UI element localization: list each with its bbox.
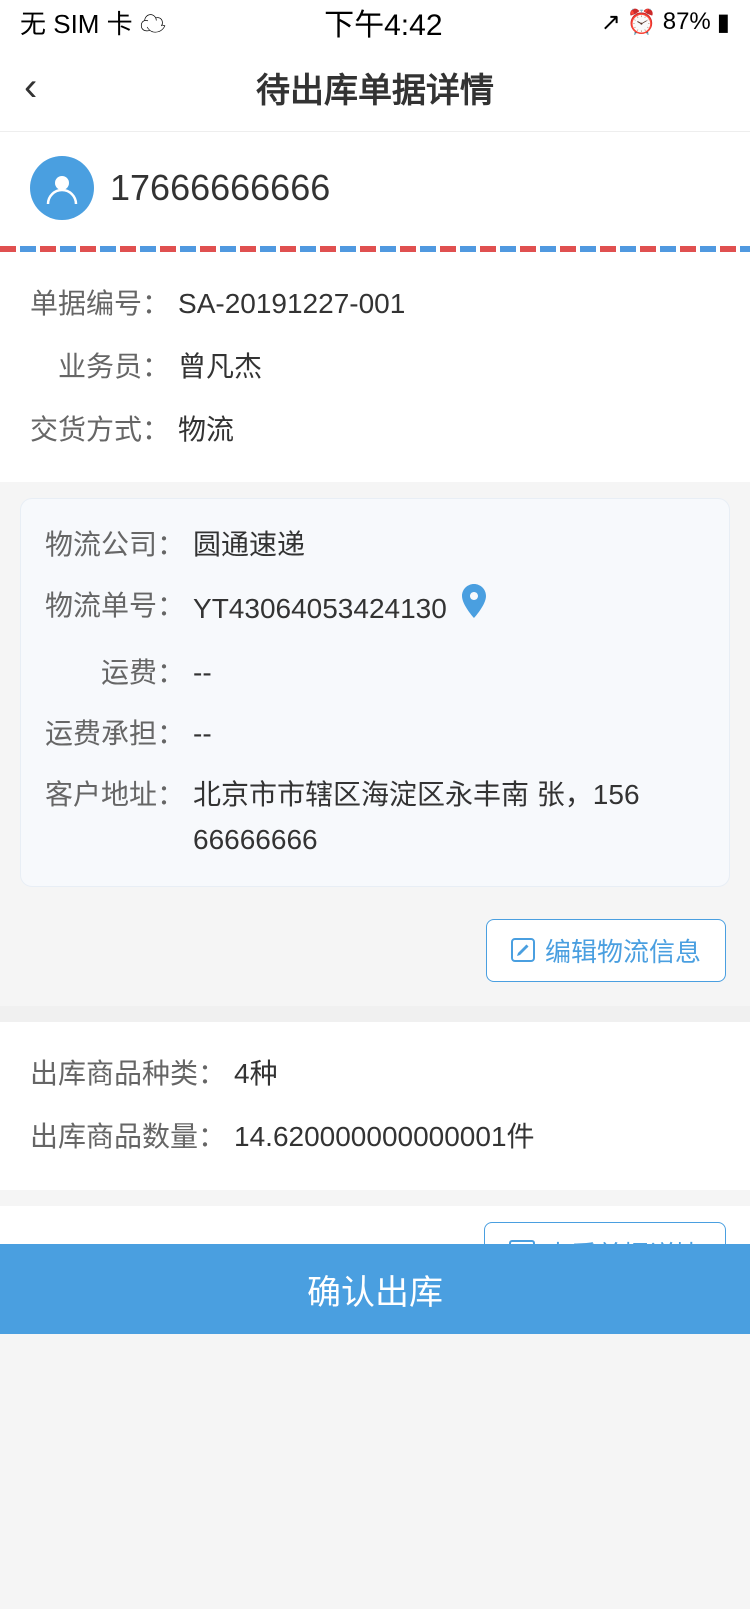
freight-bear-row: 运费承担： --	[45, 712, 705, 757]
confirm-btn-bar[interactable]: 确认出库	[0, 1244, 750, 1334]
logistics-card: 物流公司： 圆通速递 物流单号： YT43064053424130 运费： --…	[20, 498, 730, 887]
product-types-row: 出库商品种类： 4种	[30, 1052, 720, 1097]
person-icon	[44, 170, 80, 206]
edit-logistics-btn-wrap: 编辑物流信息	[0, 903, 750, 1006]
product-types-label: 出库商品种类：	[30, 1052, 226, 1097]
freight-bear-value: --	[185, 712, 705, 757]
user-phone: 17666666666	[110, 167, 330, 209]
tracking-number: YT43064053424130	[193, 587, 447, 632]
edit-icon	[511, 938, 537, 964]
edit-logistics-label: 编辑物流信息	[545, 932, 701, 969]
user-header: 17666666666	[0, 132, 750, 244]
dashed-divider	[0, 244, 750, 252]
status-bar: 无 SIM 卡 ☁ 下午4:42 ↗ ⏰ 87% ▮	[0, 0, 750, 44]
tracking-row: 物流单号： YT43064053424130	[45, 584, 705, 635]
product-section: 出库商品种类： 4种 出库商品数量： 14.620000000000001件	[0, 1022, 750, 1190]
tracking-location-icon[interactable]	[459, 584, 489, 635]
location-icon: ↗	[601, 8, 621, 37]
tracking-value: YT43064053424130	[185, 584, 705, 635]
salesperson-label: 业务员：	[30, 345, 170, 390]
status-time: 下午4:42	[324, 0, 442, 44]
status-left: 无 SIM 卡 ☁	[20, 4, 166, 41]
product-quantity-row: 出库商品数量： 14.620000000000001件	[30, 1115, 720, 1160]
order-no-value: SA-20191227-001	[170, 282, 720, 327]
salesperson-row: 业务员： 曾凡杰	[30, 345, 720, 390]
delivery-label: 交货方式：	[30, 408, 170, 453]
company-value: 圆通速递	[185, 523, 705, 568]
address-label: 客户地址：	[45, 773, 185, 818]
edit-logistics-button[interactable]: 编辑物流信息	[486, 919, 726, 982]
bottom-spacer	[0, 1309, 750, 1609]
alarm-icon: ⏰	[627, 8, 657, 37]
confirm-btn-label: 确认出库	[307, 1265, 443, 1314]
nav-bar: ‹ 待出库单据详情	[0, 44, 750, 132]
battery-label: 87%	[663, 8, 711, 36]
avatar	[30, 156, 94, 220]
freight-label: 运费：	[45, 651, 185, 696]
delivery-row: 交货方式： 物流	[30, 408, 720, 453]
basic-info-section: 单据编号： SA-20191227-001 业务员： 曾凡杰 交货方式： 物流	[0, 252, 750, 482]
product-types-value: 4种	[226, 1052, 720, 1097]
status-right: ↗ ⏰ 87% ▮	[601, 8, 730, 37]
product-quantity-label: 出库商品数量：	[30, 1115, 226, 1160]
address-value: 北京市市辖区海淀区永丰南 张，156 66666666	[185, 773, 705, 863]
gray-divider	[0, 1006, 750, 1022]
freight-row: 运费： --	[45, 651, 705, 696]
back-button[interactable]: ‹	[24, 65, 37, 110]
order-no-label: 单据编号：	[30, 282, 170, 327]
product-quantity-value: 14.620000000000001件	[226, 1115, 720, 1160]
freight-value: --	[185, 651, 705, 696]
delivery-value: 物流	[170, 408, 720, 453]
sim-label: 无 SIM 卡 ☁	[20, 4, 166, 41]
company-row: 物流公司： 圆通速递	[45, 523, 705, 568]
company-label: 物流公司：	[45, 523, 185, 568]
address-row: 客户地址： 北京市市辖区海淀区永丰南 张，156 66666666	[45, 773, 705, 863]
salesperson-value: 曾凡杰	[170, 345, 720, 390]
page-title: 待出库单据详情	[256, 63, 494, 112]
order-no-row: 单据编号： SA-20191227-001	[30, 282, 720, 327]
tracking-label: 物流单号：	[45, 584, 185, 629]
freight-bear-label: 运费承担：	[45, 712, 185, 757]
battery-icon: ▮	[717, 8, 730, 37]
